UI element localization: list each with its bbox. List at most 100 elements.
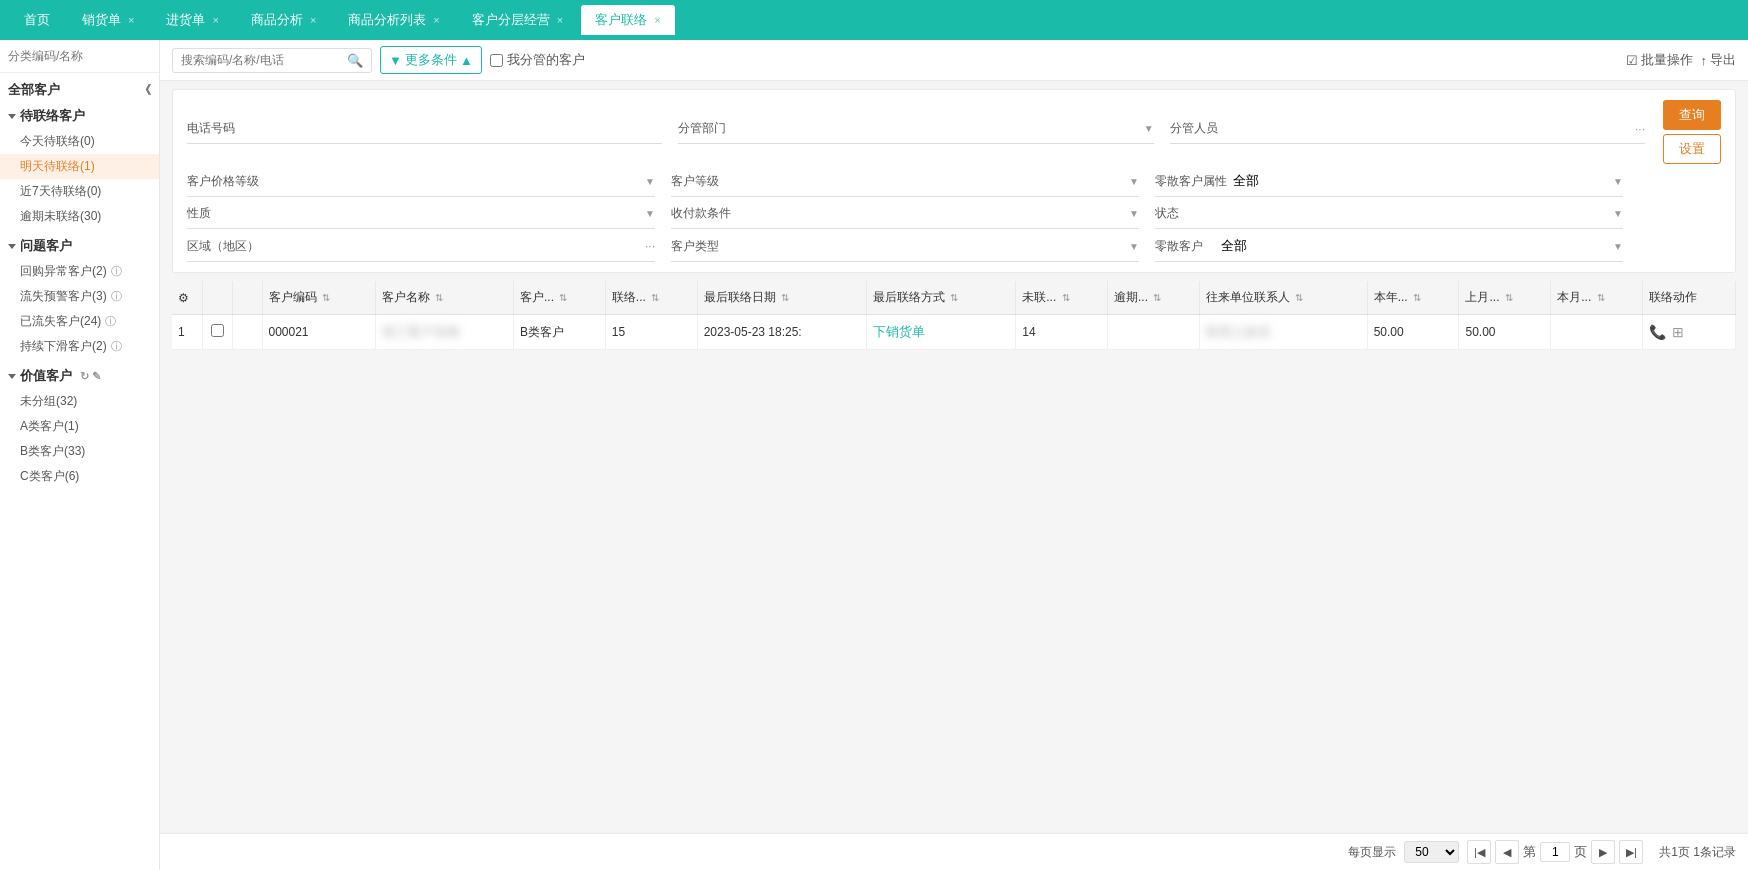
- sidebar: 🔍 全部客户 《 待联络客户 今天待联络(0) 明天待联络(1) 近7天待联络(…: [0, 40, 160, 870]
- sort-icon: ⇅: [1295, 292, 1303, 303]
- sidebar-item-abnormal[interactable]: 回购异常客户(2) ⓘ: [0, 259, 159, 284]
- close-icon[interactable]: ×: [128, 14, 134, 26]
- chevron-down-icon: ▼: [1129, 241, 1139, 252]
- close-icon[interactable]: ×: [433, 14, 439, 26]
- export-icon: ↑: [1701, 53, 1708, 68]
- cell-checkbox[interactable]: [202, 315, 232, 350]
- close-icon[interactable]: ×: [557, 14, 563, 26]
- my-customers-checkbox[interactable]: 我分管的客户: [490, 51, 585, 69]
- search-icon[interactable]: 🔍: [347, 53, 363, 68]
- export-button[interactable]: ↑ 导出: [1701, 51, 1737, 69]
- sort-icon: ⇅: [651, 292, 659, 303]
- nav-item-customer-contact[interactable]: 客户联络 ×: [581, 5, 674, 35]
- table-row: 1 000021 张三客户名称 B类客户 15 2023-05-23 18:25…: [172, 315, 1736, 350]
- sidebar-section-pending: 待联络客户: [0, 103, 159, 129]
- col-actions: 联络动作: [1643, 281, 1736, 315]
- close-icon[interactable]: ×: [212, 14, 218, 26]
- toolbar: 🔍 ▼ 更多条件 ▲ 我分管的客户 ☑ 批量操作 ↑ 导出: [160, 40, 1748, 81]
- filter-buttons: 查询 设置: [1663, 100, 1721, 164]
- manager-label: 分管人员: [1170, 120, 1230, 137]
- sidebar-item-tomorrow[interactable]: 明天待联络(1): [0, 154, 159, 179]
- chevron-down-icon: ▼: [1129, 208, 1139, 219]
- first-page-button[interactable]: |◀: [1467, 840, 1491, 864]
- sidebar-item-warning[interactable]: 流失预警客户(3) ⓘ: [0, 284, 159, 309]
- triangle-down-icon: [8, 374, 16, 379]
- nav-item-purchase[interactable]: 进货单 ×: [152, 5, 232, 35]
- payment-label: 收付款条件: [671, 205, 731, 222]
- col-this-month[interactable]: 本月... ⇅: [1551, 281, 1643, 315]
- col-contact-person[interactable]: 往来单位联系人 ⇅: [1199, 281, 1367, 315]
- col-last-contact-method[interactable]: 最后联络方式 ⇅: [866, 281, 1016, 315]
- setting-button[interactable]: 设置: [1663, 134, 1721, 164]
- phone-action-icon[interactable]: 📞: [1649, 324, 1666, 340]
- sort-icon: ⇅: [950, 292, 958, 303]
- cell-no-contact: 14: [1016, 315, 1108, 350]
- phone-input[interactable]: [253, 122, 662, 136]
- nav-item-home[interactable]: 首页: [10, 5, 64, 35]
- page-suffix: 页: [1574, 843, 1587, 861]
- sidebar-item-ungroup[interactable]: 未分组(32): [0, 389, 159, 414]
- nav-item-product-analysis[interactable]: 商品分析 ×: [237, 5, 330, 35]
- all-customers-label[interactable]: 全部客户: [8, 81, 60, 99]
- sidebar-section-value: 价值客户 ↻ ✎: [0, 363, 159, 389]
- last-page-button[interactable]: ▶|: [1619, 840, 1643, 864]
- sidebar-item-class-a[interactable]: A类客户(1): [0, 414, 159, 439]
- price-level-label: 客户价格等级: [187, 173, 259, 190]
- sort-icon: ⇅: [559, 292, 567, 303]
- col-last-contact-date[interactable]: 最后联络日期 ⇅: [697, 281, 866, 315]
- sidebar-item-week[interactable]: 近7天待联络(0): [0, 179, 159, 204]
- cell-last-contact-method[interactable]: 下销货单: [866, 315, 1016, 350]
- cell-customer-name: 张三客户名称: [375, 315, 513, 350]
- sidebar-item-today[interactable]: 今天待联络(0): [0, 129, 159, 154]
- col-customer-name[interactable]: 客户名称 ⇅: [375, 281, 513, 315]
- query-button[interactable]: 查询: [1663, 100, 1721, 130]
- close-icon[interactable]: ×: [310, 14, 316, 26]
- sort-icon: ⇅: [1062, 292, 1070, 303]
- chevron-down-icon: ▼: [1613, 208, 1623, 219]
- grid-action-icon[interactable]: ⊞: [1672, 324, 1684, 340]
- prev-page-button[interactable]: ◀: [1495, 840, 1519, 864]
- sidebar-item-lost[interactable]: 已流失客户(24) ⓘ: [0, 309, 159, 334]
- nav-item-sales[interactable]: 销货单 ×: [68, 5, 148, 35]
- cell-last-month: 50.00: [1459, 315, 1551, 350]
- col-settings[interactable]: ⚙: [172, 281, 202, 315]
- sidebar-section-problem: 问题客户: [0, 233, 159, 259]
- col-last-month[interactable]: 上月... ⇅: [1459, 281, 1551, 315]
- cell-this-year: 50.00: [1367, 315, 1459, 350]
- sidebar-item-declining[interactable]: 持续下滑客户(2) ⓘ: [0, 334, 159, 359]
- col-contact-count[interactable]: 联络... ⇅: [605, 281, 697, 315]
- region-label: 区域（地区）: [187, 238, 259, 255]
- sort-icon: ⇅: [435, 292, 443, 303]
- chevron-down-icon: ▼: [1144, 123, 1154, 134]
- nav-item-product-analysis-list[interactable]: 商品分析列表 ×: [334, 5, 453, 35]
- filter-button[interactable]: ▼ 更多条件 ▲: [380, 46, 482, 74]
- sort-icon: ⇅: [1153, 292, 1161, 303]
- chevron-down-icon: ▼: [1613, 241, 1623, 252]
- collapse-icon[interactable]: 《: [139, 82, 151, 99]
- cell-last-contact-date: 2023-05-23 18:25:: [697, 315, 866, 350]
- chevron-up-icon: ▲: [460, 53, 473, 68]
- close-icon[interactable]: ×: [654, 14, 660, 26]
- sidebar-search-input[interactable]: [8, 49, 158, 63]
- cell-customer-code[interactable]: 000021: [262, 315, 375, 350]
- phone-label: 电话号码: [187, 120, 247, 137]
- col-customer-type[interactable]: 客户... ⇅: [514, 281, 606, 315]
- sidebar-item-class-b[interactable]: B类客户(33): [0, 439, 159, 464]
- sort-icon: ⇅: [1597, 292, 1605, 303]
- content-area: 🔍 ▼ 更多条件 ▲ 我分管的客户 ☑ 批量操作 ↑ 导出: [160, 40, 1748, 870]
- sidebar-item-class-c[interactable]: C类客户(6): [0, 464, 159, 489]
- per-page-select[interactable]: 50 100 200: [1404, 841, 1459, 863]
- search-input[interactable]: [181, 53, 343, 67]
- page-input[interactable]: [1540, 842, 1570, 862]
- next-page-button[interactable]: ▶: [1591, 840, 1615, 864]
- col-customer-code[interactable]: 客户编码 ⇅: [262, 281, 375, 315]
- batch-operation-button[interactable]: ☑ 批量操作: [1626, 51, 1693, 69]
- per-page-label: 每页显示: [1348, 844, 1396, 861]
- col-this-year[interactable]: 本年... ⇅: [1367, 281, 1459, 315]
- sidebar-item-overdue[interactable]: 逾期未联络(30): [0, 204, 159, 229]
- nav-item-customer-tier[interactable]: 客户分层经营 ×: [458, 5, 577, 35]
- cell-contact-count: 15: [605, 315, 697, 350]
- chevron-down-icon: ▼: [1613, 176, 1623, 187]
- col-overdue[interactable]: 逾期... ⇅: [1108, 281, 1200, 315]
- col-no-contact[interactable]: 未联... ⇅: [1016, 281, 1108, 315]
